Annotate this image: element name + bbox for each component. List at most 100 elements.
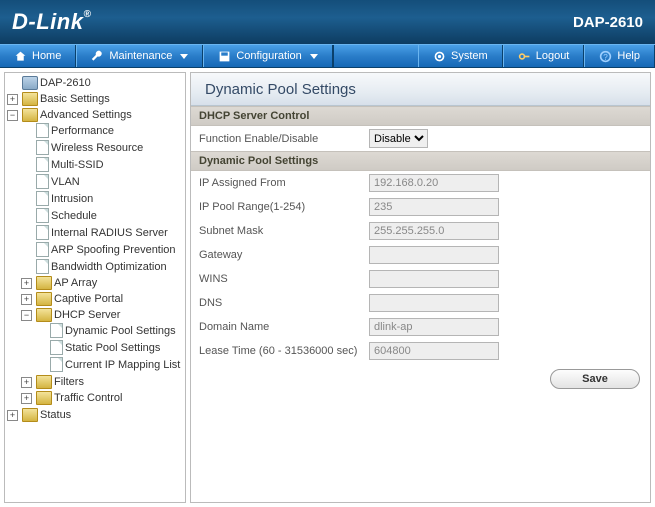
tree-traffic-control[interactable]: +Traffic Control	[19, 391, 185, 405]
section-dhcp-control: DHCP Server Control	[191, 106, 650, 126]
tree-status-label: Status	[40, 409, 71, 421]
menu-system[interactable]: System	[418, 45, 503, 67]
home-icon	[14, 50, 27, 63]
folder-icon	[36, 292, 52, 306]
top-menubar: Home Maintenance Configuration System Lo…	[0, 44, 655, 68]
pool-range-label: IP Pool Range(1-254)	[199, 201, 369, 213]
sidebar: DAP-2610 + Basic Settings − Advanced Setti…	[4, 72, 186, 503]
dns-label: DNS	[199, 297, 369, 309]
tree-static-pool[interactable]: Static Pool Settings	[33, 340, 185, 355]
page-icon	[36, 259, 49, 274]
page-icon	[36, 157, 49, 172]
menu-logout-label: Logout	[536, 50, 570, 62]
subnet-label: Subnet Mask	[199, 225, 369, 237]
page-icon	[50, 323, 63, 338]
menu-home-label: Home	[32, 50, 61, 62]
gateway-label: Gateway	[199, 249, 369, 261]
page-icon	[36, 191, 49, 206]
page-title: Dynamic Pool Settings	[191, 73, 650, 106]
folder-icon	[36, 308, 52, 322]
tree-root-label: DAP-2610	[40, 77, 91, 89]
gateway-input[interactable]	[369, 246, 499, 264]
function-enable-label: Function Enable/Disable	[199, 133, 369, 145]
tree-captive-portal[interactable]: +Captive Portal	[19, 292, 185, 306]
menu-configuration-label: Configuration	[236, 50, 301, 62]
ip-from-input[interactable]	[369, 174, 499, 192]
expand-icon[interactable]: +	[21, 393, 32, 404]
svg-text:?: ?	[604, 52, 609, 61]
folder-icon	[36, 276, 52, 290]
subnet-input[interactable]	[369, 222, 499, 240]
wins-label: WINS	[199, 273, 369, 285]
expand-icon[interactable]: +	[7, 410, 18, 421]
tree-ip-mapping-list[interactable]: Current IP Mapping List	[33, 357, 185, 372]
tree-multi-ssid[interactable]: Multi-SSID	[19, 157, 185, 172]
menu-maintenance[interactable]: Maintenance	[76, 45, 203, 67]
header: D-Link® DAP-2610	[0, 0, 655, 44]
folder-icon	[36, 375, 52, 389]
save-button[interactable]: Save	[550, 369, 640, 389]
expand-icon[interactable]: +	[21, 278, 32, 289]
page-icon	[50, 340, 63, 355]
page-icon	[36, 123, 49, 138]
expand-icon[interactable]: +	[7, 94, 18, 105]
expand-icon[interactable]: +	[21, 377, 32, 388]
tree-root[interactable]: DAP-2610	[5, 76, 185, 90]
page-icon	[36, 242, 49, 257]
pool-range-input[interactable]	[369, 198, 499, 216]
tree-advanced-settings[interactable]: − Advanced Settings	[5, 108, 185, 122]
expand-icon[interactable]: +	[21, 294, 32, 305]
ip-from-label: IP Assigned From	[199, 177, 369, 189]
menu-help[interactable]: ? Help	[584, 45, 655, 67]
wins-input[interactable]	[369, 270, 499, 288]
tree-intrusion[interactable]: Intrusion	[19, 191, 185, 206]
lease-label: Lease Time (60 - 31536000 sec)	[199, 345, 369, 357]
menu-help-label: Help	[617, 50, 640, 62]
menu-home[interactable]: Home	[0, 45, 76, 67]
tree-wireless-resource[interactable]: Wireless Resource	[19, 140, 185, 155]
tree-bandwidth-opt[interactable]: Bandwidth Optimization	[19, 259, 185, 274]
tree-basic-settings[interactable]: + Basic Settings	[5, 92, 185, 106]
tree-dhcp-server[interactable]: −DHCP Server	[19, 308, 185, 322]
tree-performance[interactable]: Performance	[19, 123, 185, 138]
folder-icon	[22, 92, 38, 106]
device-icon	[22, 76, 38, 90]
page-icon	[36, 140, 49, 155]
folder-icon	[36, 391, 52, 405]
tree-advanced-label: Advanced Settings	[40, 109, 132, 121]
page-icon	[36, 225, 49, 240]
tree-dynamic-pool[interactable]: Dynamic Pool Settings	[33, 323, 185, 338]
gear-icon	[433, 50, 446, 63]
domain-input[interactable]	[369, 318, 499, 336]
section-dynamic-pool: Dynamic Pool Settings	[191, 151, 650, 171]
tree-schedule[interactable]: Schedule	[19, 208, 185, 223]
tree-basic-label: Basic Settings	[40, 93, 110, 105]
domain-label: Domain Name	[199, 321, 369, 333]
page-icon	[36, 208, 49, 223]
brand-logo: D-Link®	[12, 9, 91, 35]
menu-system-label: System	[451, 50, 488, 62]
folder-icon	[22, 408, 38, 422]
page-icon	[36, 174, 49, 189]
menu-logout[interactable]: Logout	[503, 45, 585, 67]
save-icon	[218, 50, 231, 63]
content-panel: Dynamic Pool Settings DHCP Server Contro…	[190, 72, 651, 503]
tree-ap-array[interactable]: +AP Array	[19, 276, 185, 290]
page-icon	[50, 357, 63, 372]
tree-vlan[interactable]: VLAN	[19, 174, 185, 189]
help-icon: ?	[599, 50, 612, 63]
dns-input[interactable]	[369, 294, 499, 312]
tree-status[interactable]: + Status	[5, 408, 185, 422]
menu-maintenance-label: Maintenance	[109, 50, 172, 62]
tree-internal-radius[interactable]: Internal RADIUS Server	[19, 225, 185, 240]
key-icon	[518, 50, 531, 63]
collapse-icon[interactable]: −	[21, 310, 32, 321]
collapse-icon[interactable]: −	[7, 110, 18, 121]
function-enable-select[interactable]: Disable	[369, 129, 428, 148]
wrench-icon	[91, 50, 104, 63]
tree-arp-spoofing[interactable]: ARP Spoofing Prevention	[19, 242, 185, 257]
tree-filters[interactable]: +Filters	[19, 375, 185, 389]
model-label: DAP-2610	[573, 14, 643, 31]
menu-configuration[interactable]: Configuration	[203, 45, 332, 67]
lease-input[interactable]	[369, 342, 499, 360]
